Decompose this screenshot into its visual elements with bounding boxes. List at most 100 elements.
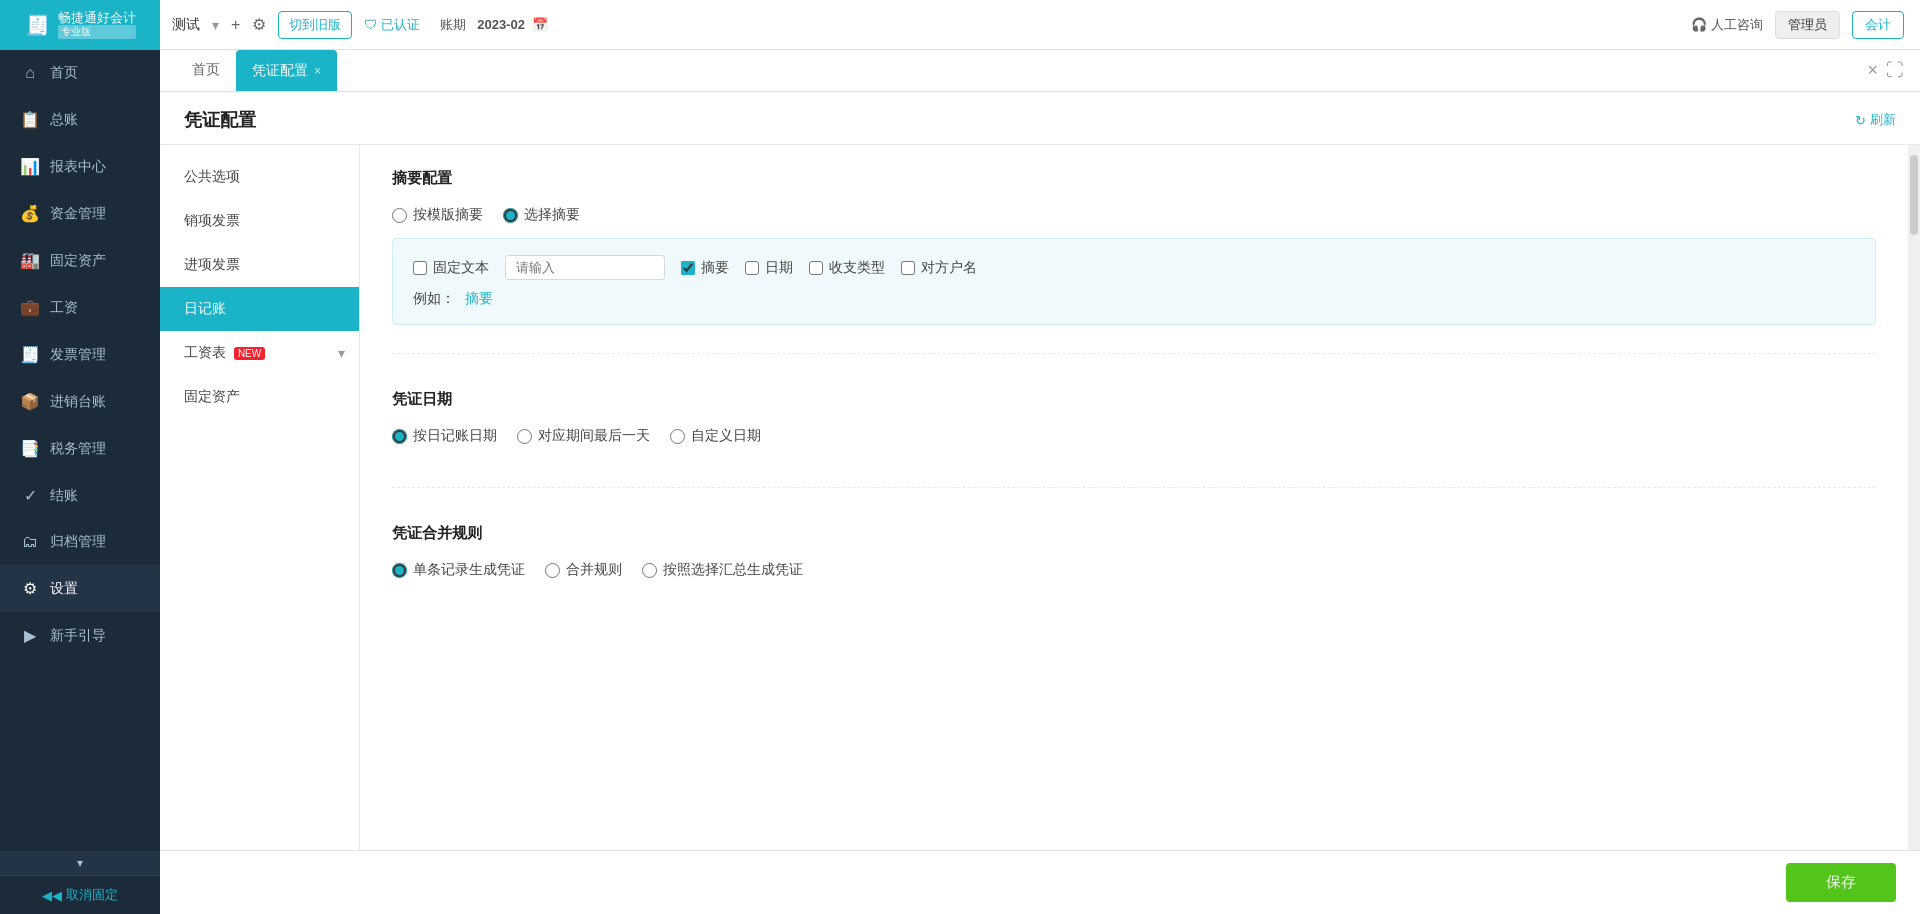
left-menu-item-journal[interactable]: 日记账 xyxy=(160,287,359,331)
merge-rules-section: 凭证合并规则 单条记录生成凭证 合并规则 xyxy=(392,524,1876,621)
fixed-text-checkbox-label[interactable]: 固定文本 xyxy=(413,259,489,277)
left-menu-label: 公共选项 xyxy=(184,168,240,184)
summary-options-box: 固定文本 摘要 日期 xyxy=(392,238,1876,325)
left-menu-item-purchase[interactable]: 进项发票 xyxy=(160,243,359,287)
fixed-text-input[interactable] xyxy=(505,255,665,280)
summary-checkbox[interactable] xyxy=(681,261,695,275)
counterpart-checkbox-label[interactable]: 对方户名 xyxy=(901,259,977,277)
voucher-date-section: 凭证日期 按日记账日期 对应期间最后一天 xyxy=(392,390,1876,488)
refresh-button[interactable]: ↻ 刷新 xyxy=(1855,111,1896,129)
summary-checkbox-label[interactable]: 摘要 xyxy=(681,259,729,277)
summary-config-section: 摘要配置 按模版摘要 选择摘要 xyxy=(392,169,1876,354)
counterpart-checkbox[interactable] xyxy=(901,261,915,275)
sidebar-item-invoice[interactable]: 🧾 发票管理 xyxy=(0,331,160,378)
radio-last-day-label[interactable]: 对应期间最后一天 xyxy=(517,427,650,445)
cancel-fixed-button[interactable]: ◀◀ 取消固定 xyxy=(0,875,160,914)
logo-area: 🧾 畅捷通好会计 专业版 xyxy=(0,0,160,50)
sidebar-item-label: 新手引导 xyxy=(50,627,106,645)
sidebar-item-label: 工资 xyxy=(50,299,78,317)
fixed-text-checkbox[interactable] xyxy=(413,261,427,275)
date-label: 日期 xyxy=(765,259,793,277)
merge-rules-radio-group: 单条记录生成凭证 合并规则 按照选择汇总生成凭证 xyxy=(392,561,1876,579)
income-type-checkbox[interactable] xyxy=(809,261,823,275)
radio-summary-label[interactable]: 按照选择汇总生成凭证 xyxy=(642,561,803,579)
sidebar-item-label: 结账 xyxy=(50,487,78,505)
sidebar-item-checkout[interactable]: ✓ 结账 xyxy=(0,472,160,519)
sidebar-item-trade[interactable]: 📦 进销台账 xyxy=(0,378,160,425)
radio-merge-label[interactable]: 合并规则 xyxy=(545,561,622,579)
content-area: 首页 凭证配置 × × ⛶ 凭证配置 ↻ 刷新 xyxy=(160,50,1920,914)
sidebar-item-settings[interactable]: ⚙ 设置 xyxy=(0,565,160,612)
radio-single-label[interactable]: 单条记录生成凭证 xyxy=(392,561,525,579)
summary-options-row: 固定文本 摘要 日期 xyxy=(413,255,1855,280)
summary-radio-group: 按模版摘要 选择摘要 xyxy=(392,206,1876,224)
fullscreen-button[interactable]: ⛶ xyxy=(1886,60,1904,81)
radio-last-day-input[interactable] xyxy=(517,429,532,444)
right-scrollbar[interactable] xyxy=(1908,145,1920,850)
add-icon[interactable]: + xyxy=(231,16,240,34)
summary-config-title: 摘要配置 xyxy=(392,169,1876,188)
switch-old-button[interactable]: 切到旧版 xyxy=(278,11,352,39)
radio-merge-input[interactable] xyxy=(545,563,560,578)
voucher-date-radio-group: 按日记账日期 对应期间最后一天 自定义日期 xyxy=(392,427,1876,445)
sidebar-item-label: 报表中心 xyxy=(50,158,106,176)
summary-label: 摘要 xyxy=(701,259,729,277)
admin-button[interactable]: 管理员 xyxy=(1775,11,1840,39)
income-type-checkbox-label[interactable]: 收支类型 xyxy=(809,259,885,277)
date-checkbox[interactable] xyxy=(745,261,759,275)
sidebar-item-report[interactable]: 📊 报表中心 xyxy=(0,143,160,190)
radio-journal-date-input[interactable] xyxy=(392,429,407,444)
save-button[interactable]: 保存 xyxy=(1786,863,1896,902)
counterpart-label: 对方户名 xyxy=(921,259,977,277)
left-menu: 公共选项 销项发票 进项发票 日记账 工资表 NEW ▾ xyxy=(160,145,360,850)
sidebar-item-label: 资金管理 xyxy=(50,205,106,223)
shield-icon: 🛡 xyxy=(364,17,377,32)
radio-custom-date-label[interactable]: 自定义日期 xyxy=(670,427,761,445)
close-window-button[interactable]: × xyxy=(1867,60,1878,81)
left-menu-item-fixed-assets[interactable]: 固定资产 xyxy=(160,375,359,419)
accountant-button[interactable]: 会计 xyxy=(1852,11,1904,39)
example-row: 例如： 摘要 xyxy=(413,290,1855,308)
right-scrollbar-thumb xyxy=(1910,155,1918,235)
income-type-label: 收支类型 xyxy=(829,259,885,277)
sidebar-item-assets[interactable]: 🏭 固定资产 xyxy=(0,237,160,284)
sidebar-item-salary[interactable]: 💼 工资 xyxy=(0,284,160,331)
radio-select-input[interactable] xyxy=(503,208,518,223)
chevron-down-icon: ▾ xyxy=(338,345,345,361)
radio-select-label[interactable]: 选择摘要 xyxy=(503,206,580,224)
tab-home[interactable]: 首页 xyxy=(176,50,236,91)
settings-icon[interactable]: ⚙ xyxy=(252,15,266,34)
radio-summary-input[interactable] xyxy=(642,563,657,578)
radio-custom-date-input[interactable] xyxy=(670,429,685,444)
fixed-text-label: 固定文本 xyxy=(433,259,489,277)
tab-voucher-config[interactable]: 凭证配置 × xyxy=(236,50,337,91)
certified-label: 已认证 xyxy=(381,16,420,34)
sidebar-item-ledger[interactable]: 📋 总账 xyxy=(0,96,160,143)
left-menu-item-sales[interactable]: 销项发票 xyxy=(160,199,359,243)
sidebar-item-capital[interactable]: 💰 资金管理 xyxy=(0,190,160,237)
settings-icon: ⚙ xyxy=(20,579,40,598)
new-badge: NEW xyxy=(234,347,265,360)
radio-custom-date-text: 自定义日期 xyxy=(691,427,761,445)
consult-button[interactable]: 🎧 人工咨询 xyxy=(1691,16,1763,34)
dropdown-icon[interactable]: ▾ xyxy=(212,17,219,33)
radio-template-input[interactable] xyxy=(392,208,407,223)
voucher-date-title: 凭证日期 xyxy=(392,390,1876,409)
date-checkbox-label[interactable]: 日期 xyxy=(745,259,793,277)
sidebar-item-tax[interactable]: 📑 税务管理 xyxy=(0,425,160,472)
checkout-icon: ✓ xyxy=(20,486,40,505)
sidebar-scroll-down[interactable]: ▾ xyxy=(0,851,160,875)
tab-home-label: 首页 xyxy=(192,61,220,79)
example-value: 摘要 xyxy=(465,290,493,306)
left-menu-item-payroll[interactable]: 工资表 NEW ▾ xyxy=(160,331,359,375)
left-menu-item-public[interactable]: 公共选项 xyxy=(160,155,359,199)
radio-single-input[interactable] xyxy=(392,563,407,578)
sidebar-item-archive[interactable]: 🗂 归档管理 xyxy=(0,519,160,565)
sidebar-item-home[interactable]: ⌂ 首页 xyxy=(0,50,160,96)
sidebar-item-guide[interactable]: ▶ 新手引导 xyxy=(0,612,160,659)
radio-template-label[interactable]: 按模版摘要 xyxy=(392,206,483,224)
archive-icon: 🗂 xyxy=(20,533,40,551)
radio-journal-date-label[interactable]: 按日记账日期 xyxy=(392,427,497,445)
tab-close-icon[interactable]: × xyxy=(314,64,321,78)
trade-icon: 📦 xyxy=(20,392,40,411)
